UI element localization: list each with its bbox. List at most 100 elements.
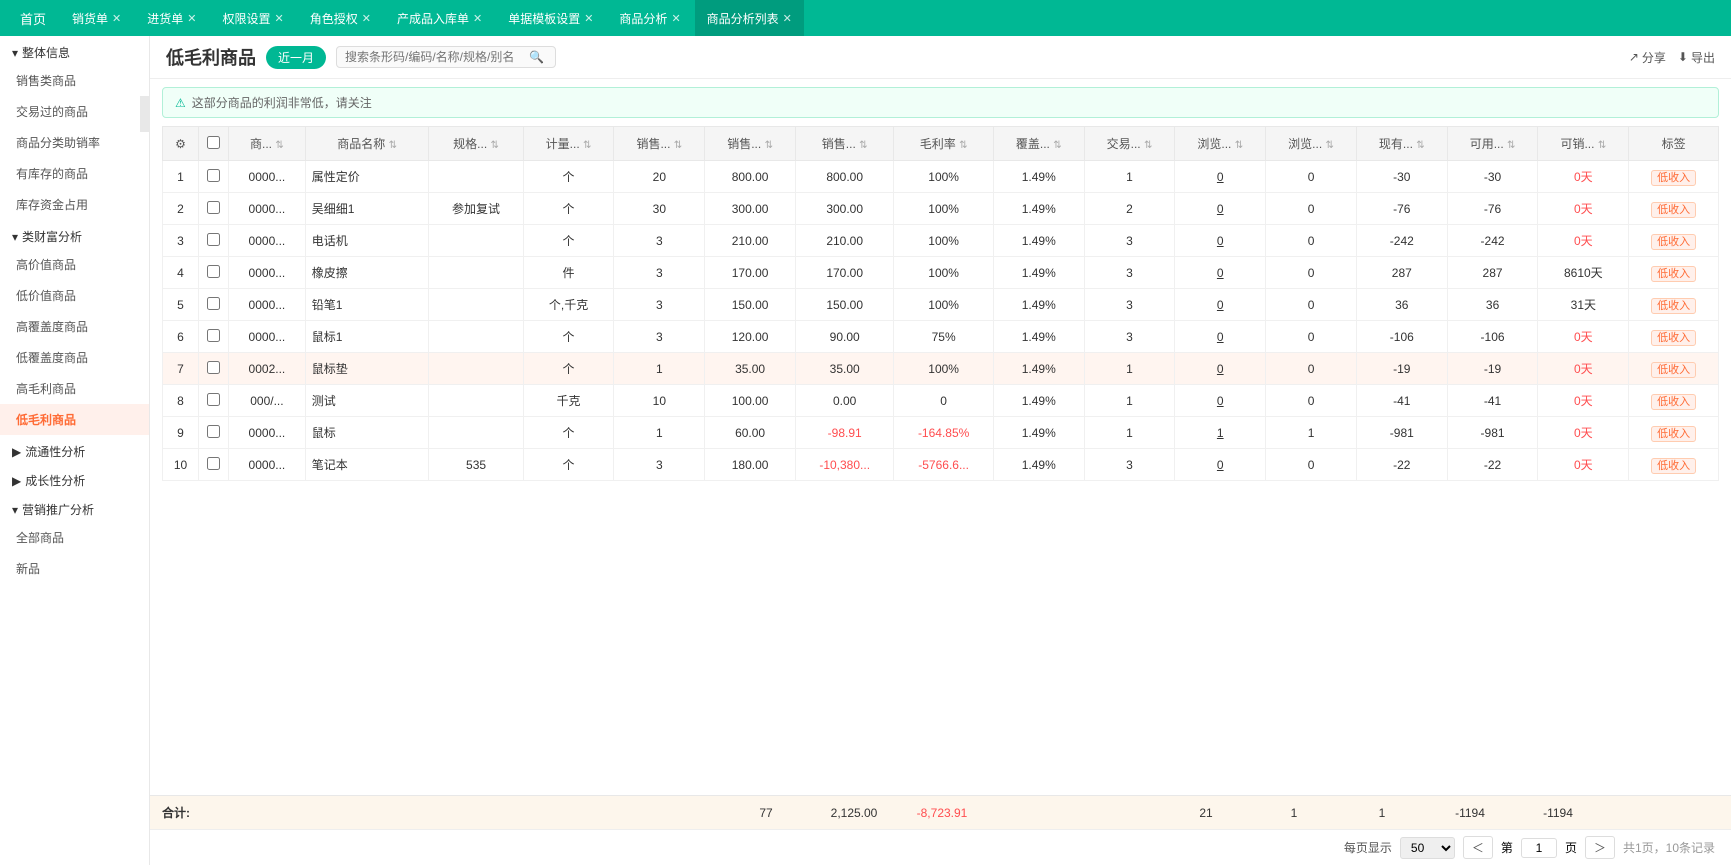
sidebar-item-category-rate[interactable]: 商品分类助销率 [0,127,149,158]
col-available[interactable]: 可用... ⇅ [1447,127,1538,161]
nav-analysis[interactable]: 商品分析 ✕ [607,0,692,36]
nav-close-analysis[interactable]: ✕ [671,12,680,25]
row-view1[interactable]: 1 [1175,417,1266,449]
col-code[interactable]: 商... ⇅ [229,127,306,161]
nav-close-templates[interactable]: ✕ [584,12,593,25]
row-select-checkbox[interactable] [207,297,220,310]
row-view1[interactable]: 0 [1175,353,1266,385]
col-settings[interactable]: ⚙ [163,127,199,161]
row-checkbox[interactable] [199,417,229,449]
sidebar-item-high-value[interactable]: 高价值商品 [0,249,149,280]
nav-close-inventory[interactable]: ✕ [473,12,482,25]
nav-close-roles[interactable]: ✕ [362,12,371,25]
col-current-stock[interactable]: 现有... ⇅ [1356,127,1447,161]
col-checkbox[interactable] [199,127,229,161]
row-checkbox[interactable] [199,353,229,385]
nav-templates[interactable]: 单据模板设置 ✕ [496,0,605,36]
export-icon: ⬇ [1678,50,1688,64]
sidebar-group-overall[interactable]: ▾ 整体信息 [0,36,149,65]
row-checkbox[interactable] [199,289,229,321]
row-checkbox[interactable] [199,225,229,257]
row-checkbox[interactable] [199,321,229,353]
page-size-select[interactable]: 50 100 200 [1400,837,1455,859]
sidebar-group-growth[interactable]: ▶ 成长性分析 [0,464,149,493]
row-select-checkbox[interactable] [207,425,220,438]
sidebar-group-marketing[interactable]: ▾ 营销推广分析 [0,493,149,522]
row-select-checkbox[interactable] [207,201,220,214]
col-unit[interactable]: 计量... ⇅ [523,127,614,161]
nav-close-sales[interactable]: ✕ [112,12,121,25]
select-all-checkbox[interactable] [207,136,220,149]
nav-close-permissions[interactable]: ✕ [275,12,284,25]
row-view1[interactable]: 0 [1175,321,1266,353]
col-view1[interactable]: 浏览... ⇅ [1175,127,1266,161]
row-code: 0000... [229,257,306,289]
nav-permissions[interactable]: 权限设置 ✕ [210,0,295,36]
col-name[interactable]: 商品名称 ⇅ [305,127,429,161]
sidebar-group-wealth[interactable]: ▾ 类财富分析 [0,220,149,249]
settings-icon[interactable]: ⚙ [175,137,186,151]
row-sellable: 0天 [1538,161,1629,193]
row-select-checkbox[interactable] [207,233,220,246]
row-checkbox[interactable] [199,257,229,289]
row-select-checkbox[interactable] [207,457,220,470]
search-icon[interactable]: 🔍 [529,50,544,64]
sidebar-item-new-goods[interactable]: 新品 [0,553,149,584]
nav-roles[interactable]: 角色授权 ✕ [298,0,383,36]
col-sales-qty[interactable]: 销售... ⇅ [614,127,705,161]
nav-close-analysis-list[interactable]: ✕ [783,12,792,25]
col-sellable[interactable]: 可销... ⇅ [1538,127,1629,161]
next-page-button[interactable]: ＞ [1585,836,1615,859]
sidebar-item-low-value[interactable]: 低价值商品 [0,280,149,311]
sidebar-item-all-goods[interactable]: 全部商品 [0,522,149,553]
row-checkbox[interactable] [199,193,229,225]
col-sales-profit[interactable]: 销售... ⇅ [795,127,893,161]
page-number-input[interactable] [1521,838,1557,858]
row-view1[interactable]: 0 [1175,161,1266,193]
nav-home[interactable]: 首页 [8,0,58,36]
row-view1[interactable]: 0 [1175,289,1266,321]
sidebar-group-circulation[interactable]: ▶ 流通性分析 [0,435,149,464]
sidebar-item-high-coverage[interactable]: 高覆盖度商品 [0,311,149,342]
row-select-checkbox[interactable] [207,329,220,342]
row-view1[interactable]: 0 [1175,449,1266,481]
share-button[interactable]: ↗ 分享 [1629,49,1666,66]
date-filter-button[interactable]: 近一月 [266,46,326,69]
col-spec[interactable]: 规格... ⇅ [429,127,523,161]
row-select-checkbox[interactable] [207,393,220,406]
sidebar-item-sales-goods[interactable]: 销售类商品 [0,65,149,96]
nav-close-purchase[interactable]: ✕ [187,12,196,25]
sidebar-item-capital[interactable]: 库存资金占用 [0,189,149,220]
col-coverage[interactable]: 覆盖... ⇅ [993,127,1084,161]
row-checkbox[interactable] [199,161,229,193]
row-view1[interactable]: 0 [1175,193,1266,225]
sidebar-item-traded-goods[interactable]: 交易过的商品 [0,96,149,127]
sidebar-item-high-profit[interactable]: 高毛利商品 [0,373,149,404]
col-transaction[interactable]: 交易... ⇅ [1084,127,1175,161]
col-tag[interactable]: 标签 [1629,127,1719,161]
col-sales-price[interactable]: 销售... ⇅ [705,127,796,161]
nav-analysis-list[interactable]: 商品分析列表 ✕ [695,0,804,36]
row-select-checkbox[interactable] [207,169,220,182]
prev-page-button[interactable]: ＜ [1463,836,1493,859]
sidebar-item-low-coverage[interactable]: 低覆盖度商品 [0,342,149,373]
sidebar-item-in-stock[interactable]: 有库存的商品 [0,158,149,189]
sidebar-collapse-btn[interactable]: 《 [140,96,150,132]
page-size-label: 每页显示 [1344,839,1392,856]
row-checkbox[interactable] [199,385,229,417]
row-view1[interactable]: 0 [1175,225,1266,257]
sidebar-item-low-profit[interactable]: 低毛利商品 [0,404,149,435]
row-view1[interactable]: 0 [1175,257,1266,289]
row-view1[interactable]: 0 [1175,385,1266,417]
nav-purchase[interactable]: 进货单 ✕ [135,0,208,36]
row-select-checkbox[interactable] [207,361,220,374]
row-select-checkbox[interactable] [207,265,220,278]
col-view2[interactable]: 浏览... ⇅ [1266,127,1357,161]
row-checkbox[interactable] [199,449,229,481]
search-input[interactable] [345,50,525,64]
row-unit: 个 [523,449,614,481]
nav-inventory[interactable]: 产成品入库单 ✕ [385,0,494,36]
export-button[interactable]: ⬇ 导出 [1678,49,1715,66]
nav-sales[interactable]: 销货单 ✕ [60,0,133,36]
col-gross-rate[interactable]: 毛利率 ⇅ [894,127,993,161]
